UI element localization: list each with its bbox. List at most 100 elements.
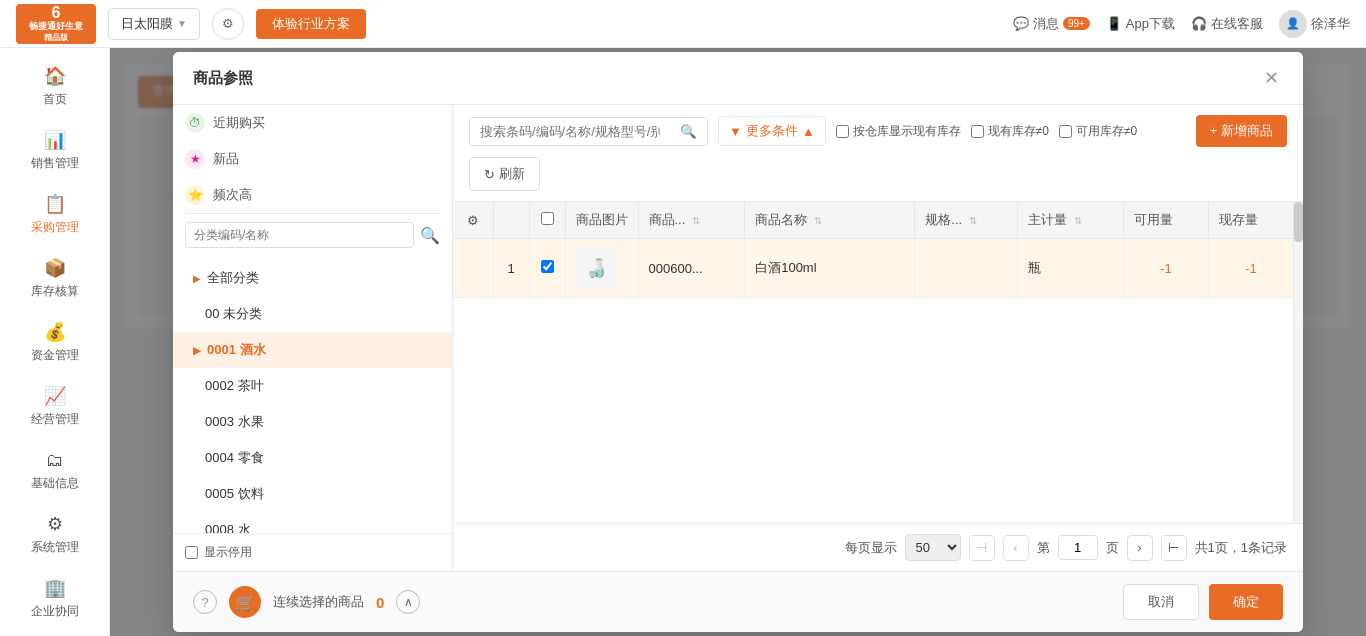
sidebar-item-guide[interactable]: 📖 新手引导: [0, 632, 109, 636]
sidebar-item-system[interactable]: ⚙ 系统管理: [0, 504, 109, 564]
sidebar-item-basic[interactable]: 🗂 基础信息: [0, 440, 109, 500]
vertical-scrollbar[interactable]: [1293, 202, 1303, 523]
sidebar-item-purchase[interactable]: 📋 采购管理: [0, 184, 109, 244]
messages-btn[interactable]: 💬 消息 99+: [1013, 15, 1090, 33]
page-unit: 页: [1106, 539, 1119, 557]
category-0002-label: 0002 茶叶: [205, 377, 264, 395]
footer-collapse-btn[interactable]: ∧: [396, 590, 420, 614]
category-0008[interactable]: 0008 水: [173, 512, 452, 533]
selected-label: 连续选择的商品: [273, 593, 364, 611]
col-unit-label: 主计量: [1028, 212, 1067, 227]
category-all[interactable]: ▶ 全部分类: [173, 260, 452, 296]
left-sidebar: 🏠 首页 📊 销售管理 📋 采购管理 📦 库存核算 💰 资金管理 📈 经营管理 …: [0, 48, 110, 636]
sidebar-item-operations[interactable]: 📈 经营管理: [0, 376, 109, 436]
phone-icon: 📱: [1106, 16, 1122, 31]
purchase-icon: 📋: [43, 192, 67, 216]
add-product-btn[interactable]: + 新增商品: [1196, 115, 1287, 147]
sidebar-label-system: 系统管理: [31, 539, 79, 556]
sidebar-label-enterprise: 企业协同: [31, 603, 79, 620]
cancel-btn[interactable]: 取消: [1123, 584, 1199, 620]
online-service-btn[interactable]: 🎧 在线客服: [1191, 15, 1263, 33]
category-0005[interactable]: 0005 饮料: [173, 476, 452, 512]
sidebar-label-finance: 资金管理: [31, 347, 79, 364]
first-page-btn[interactable]: ⊣: [969, 535, 995, 561]
sidebar-item-enterprise[interactable]: 🏢 企业协同: [0, 568, 109, 628]
row-stock: -1: [1209, 239, 1293, 298]
frequent-item[interactable]: ⭐ 频次高: [173, 177, 452, 213]
row-checkbox[interactable]: [541, 260, 554, 273]
table-row[interactable]: 1 🍶 000600...: [453, 239, 1293, 298]
clock-icon: ⏱: [185, 113, 205, 133]
available-stock-checkbox[interactable]: [971, 125, 984, 138]
footer-buttons: 取消 确定: [1123, 584, 1283, 620]
col-num: [493, 202, 529, 239]
category-search-btn[interactable]: 🔍: [420, 226, 440, 245]
page-size-select[interactable]: 50 10 20 100: [905, 534, 961, 561]
sidebar-item-inventory[interactable]: 📦 库存核算: [0, 248, 109, 308]
new-icon: ★: [185, 149, 205, 169]
col-name-label: 商品名称: [755, 212, 807, 227]
warehouse-stock-label: 按仓库显示现有库存: [853, 123, 961, 140]
active-arrow-icon: ▶: [193, 345, 201, 356]
recent-purchases-item[interactable]: ⏱ 近期购买: [173, 105, 452, 141]
product-search-btn[interactable]: 🔍: [670, 118, 707, 145]
sidebar-label-sales: 销售管理: [31, 155, 79, 172]
app-download-label: App下载: [1126, 15, 1175, 33]
message-icon: 💬: [1013, 16, 1029, 31]
category-0008-label: 0008 水: [205, 521, 251, 533]
category-search-input[interactable]: [185, 222, 414, 248]
category-0001[interactable]: ▶ 0001 酒水: [173, 332, 452, 368]
col-code[interactable]: 商品... ⇅: [638, 202, 745, 239]
refresh-btn[interactable]: ↻ 刷新: [469, 157, 540, 191]
select-all-checkbox[interactable]: [541, 212, 554, 225]
product-search-input[interactable]: [470, 118, 670, 145]
app-download-btn[interactable]: 📱 App下载: [1106, 15, 1175, 33]
available-stock-filter[interactable]: 现有库存≠0: [971, 123, 1049, 140]
refresh-icon: ↻: [484, 167, 495, 182]
category-0004[interactable]: 0004 零食: [173, 440, 452, 476]
modal-close-btn[interactable]: ✕: [1259, 66, 1283, 90]
last-page-btn[interactable]: ⊢: [1161, 535, 1187, 561]
category-all-label: 全部分类: [207, 269, 259, 287]
page-label: 第: [1037, 539, 1050, 557]
show-disabled-label[interactable]: 显示停用: [204, 544, 252, 561]
trial-btn[interactable]: 体验行业方案: [256, 9, 366, 39]
warehouse-stock-filter[interactable]: 按仓库显示现有库存: [836, 123, 961, 140]
modal-overlay: 商品参照 ✕ ⏱ 近期购买 ★: [110, 48, 1366, 636]
sidebar-item-finance[interactable]: 💰 资金管理: [0, 312, 109, 372]
sort-name-icon: ⇅: [814, 215, 822, 226]
sidebar-label-basic: 基础信息: [31, 475, 79, 492]
cart-btn[interactable]: 🛒: [229, 586, 261, 618]
settings-btn[interactable]: ⚙: [212, 8, 244, 40]
navbar: 6 畅捷通好生意 精品版 日太阳膜 ▼ ⚙ 体验行业方案 💬 消息 99+ 📱 …: [0, 0, 1366, 48]
col-name[interactable]: 商品名称 ⇅: [745, 202, 915, 239]
col-spec[interactable]: 规格... ⇅: [915, 202, 1018, 239]
sort-unit-icon: ⇅: [1074, 215, 1082, 226]
category-00[interactable]: 00 未分类: [173, 296, 452, 332]
category-0002[interactable]: 0002 茶叶: [173, 368, 452, 404]
sidebar-item-sales[interactable]: 📊 销售管理: [0, 120, 109, 180]
prev-page-btn[interactable]: ‹: [1003, 535, 1029, 561]
page-number-input[interactable]: [1058, 535, 1098, 560]
filter-btn[interactable]: ▼ 更多条件 ▲: [718, 116, 826, 146]
expand-icon: ▶: [193, 273, 201, 284]
help-btn[interactable]: ?: [193, 590, 217, 614]
warehouse-stock-checkbox[interactable]: [836, 125, 849, 138]
refresh-label: 刷新: [499, 165, 525, 183]
user-menu[interactable]: 👤 徐泽华: [1279, 10, 1350, 38]
freq-icon: ⭐: [185, 185, 205, 205]
system-icon: ⚙: [43, 512, 67, 536]
show-disabled-checkbox[interactable]: [185, 546, 198, 559]
next-page-btn[interactable]: ›: [1127, 535, 1153, 561]
usable-stock-checkbox[interactable]: [1059, 125, 1072, 138]
sidebar-item-home[interactable]: 🏠 首页: [0, 56, 109, 116]
gear-icon: ⚙: [222, 16, 234, 31]
category-0003[interactable]: 0003 水果: [173, 404, 452, 440]
row-check[interactable]: [529, 239, 565, 298]
store-dropdown[interactable]: 日太阳膜 ▼: [108, 8, 200, 40]
col-unit[interactable]: 主计量 ⇅: [1018, 202, 1124, 239]
new-products-item[interactable]: ★ 新品: [173, 141, 452, 177]
usable-stock-filter[interactable]: 可用库存≠0: [1059, 123, 1137, 140]
usable-stock-label: 可用库存≠0: [1076, 123, 1137, 140]
confirm-btn[interactable]: 确定: [1209, 584, 1283, 620]
